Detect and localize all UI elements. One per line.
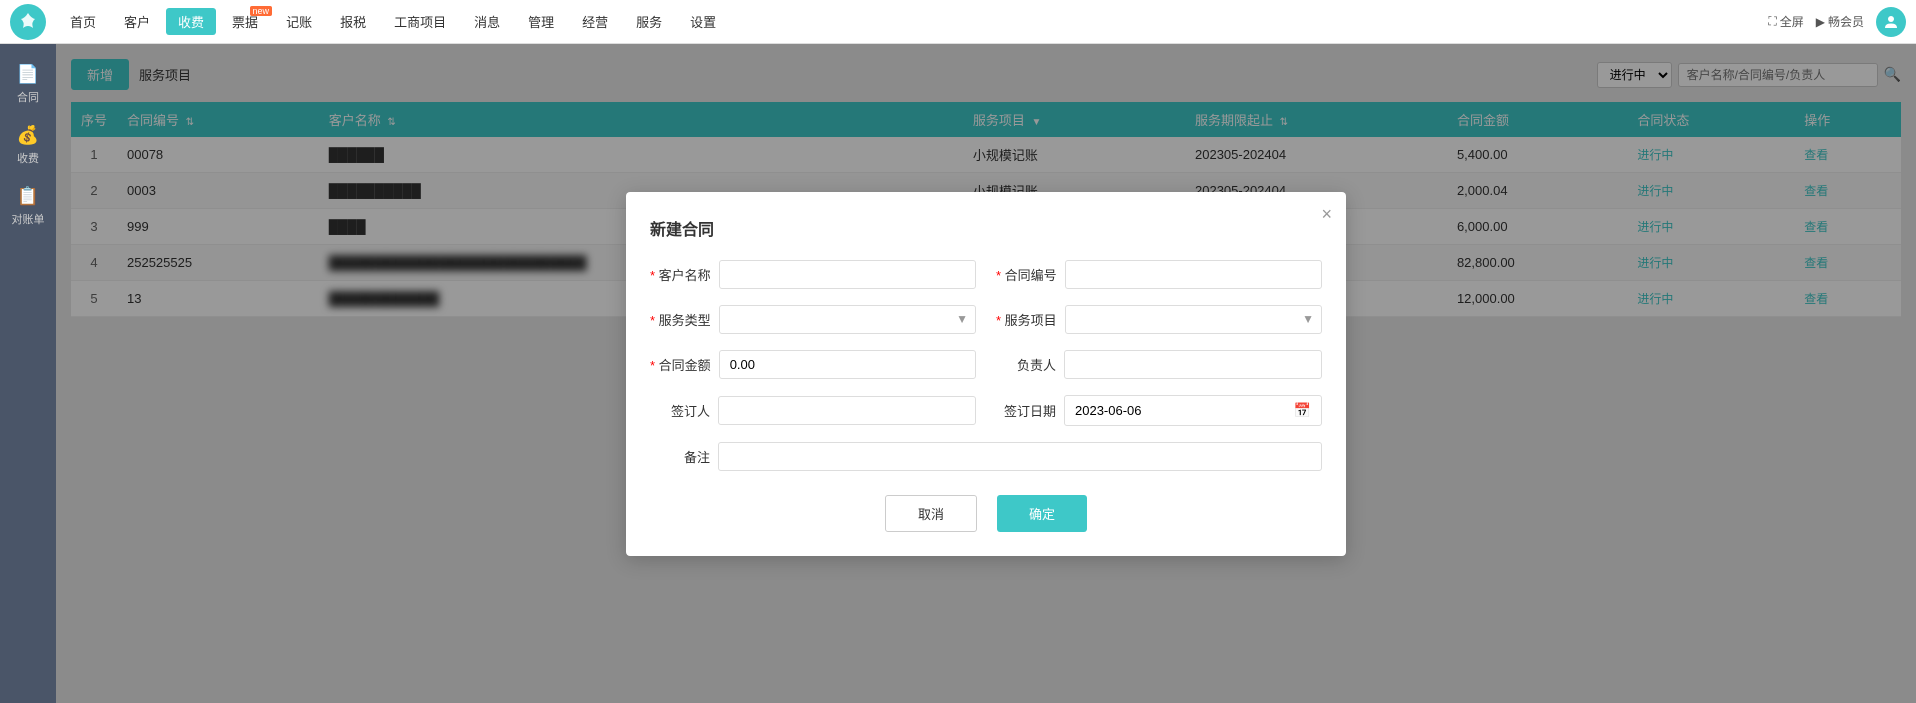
modal-title: 新建合同 (650, 216, 1322, 240)
service-type-select[interactable] (719, 305, 976, 334)
nav-bookkeeping[interactable]: 记账 (274, 8, 324, 35)
amount-input[interactable] (719, 350, 976, 379)
nav-service[interactable]: 服务 (624, 8, 674, 35)
client-name-label: 客户名称 (650, 265, 711, 284)
service-type-label: 服务类型 (650, 310, 711, 329)
modal-footer: 取消 确定 (650, 495, 1322, 532)
content-area: 新增 服务项目 进行中 🔍 序号 合同编号 ⇅ 客户名称 ⇅ 服务项目 ▼ 服务… (56, 44, 1916, 703)
nav-operation[interactable]: 经营 (570, 8, 620, 35)
contract-no-input[interactable] (1065, 260, 1322, 289)
nav-manage[interactable]: 管理 (516, 8, 566, 35)
service-item-select[interactable] (1065, 305, 1322, 334)
service-type-row: 服务类型 ▼ (650, 305, 976, 334)
signer-label: 签订人 (650, 401, 710, 420)
nav-invoice[interactable]: 票据 new (220, 8, 270, 35)
nav-tax[interactable]: 报税 (328, 8, 378, 35)
responsible-row: 负责人 (996, 350, 1322, 379)
app-logo (10, 4, 46, 40)
main-layout: 📄 合同 💰 收费 📋 对账单 新增 服务项目 进行中 🔍 (0, 44, 1916, 703)
service-item-select-wrap: ▼ (1065, 305, 1322, 334)
sign-date-label: 签订日期 (996, 401, 1056, 420)
nav-setting[interactable]: 设置 (678, 8, 728, 35)
service-type-select-wrap: ▼ (719, 305, 976, 334)
remark-input[interactable] (718, 442, 1322, 471)
member-button[interactable]: ▶ 畅会员 (1816, 13, 1864, 30)
top-nav: 首页 客户 收费 票据 new 记账 报税 工商项目 消息 管理 经营 服务 设… (0, 0, 1916, 44)
remark-label: 备注 (650, 447, 710, 466)
nav-client[interactable]: 客户 (112, 8, 162, 35)
signer-row: 签订人 (650, 395, 976, 426)
client-name-row: 客户名称 (650, 260, 976, 289)
member-icon: ▶ (1816, 15, 1825, 29)
fullscreen-button[interactable]: ⛶ 全屏 (1768, 13, 1803, 30)
client-name-input[interactable] (719, 260, 976, 289)
signer-input[interactable] (718, 396, 976, 425)
fee-icon: 💰 (17, 125, 39, 146)
sidebar-item-statement[interactable]: 📋 对账单 (0, 176, 56, 237)
responsible-input[interactable] (1064, 350, 1322, 379)
sign-date-wrap: 📅 (1064, 395, 1322, 426)
form-grid: 客户名称 合同编号 服务类型 ▼ (650, 260, 1322, 471)
cancel-button[interactable]: 取消 (885, 495, 977, 532)
statement-icon: 📋 (17, 186, 39, 207)
nav-fee[interactable]: 收费 (166, 8, 216, 35)
nav-business[interactable]: 工商项目 (382, 8, 458, 35)
modal-dialog: × 新建合同 客户名称 合同编号 服务类型 (626, 192, 1346, 556)
confirm-button[interactable]: 确定 (997, 495, 1087, 532)
fullscreen-icon: ⛶ (1768, 14, 1776, 29)
sidebar-item-contract[interactable]: 📄 合同 (0, 54, 56, 115)
service-item-row: 服务项目 ▼ (996, 305, 1322, 334)
sidebar-item-fee[interactable]: 💰 收费 (0, 115, 56, 176)
amount-label: 合同金额 (650, 355, 711, 374)
sidebar: 📄 合同 💰 收费 📋 对账单 (0, 44, 56, 703)
nav-items: 首页 客户 收费 票据 new 记账 报税 工商项目 消息 管理 经营 服务 设… (58, 8, 1768, 35)
modal-overlay[interactable]: × 新建合同 客户名称 合同编号 服务类型 (56, 44, 1916, 703)
calendar-icon[interactable]: 📅 (1294, 402, 1311, 419)
responsible-label: 负责人 (996, 355, 1056, 374)
sign-date-input[interactable] (1075, 403, 1290, 418)
contract-no-label: 合同编号 (996, 265, 1057, 284)
nav-home[interactable]: 首页 (58, 8, 108, 35)
contract-no-row: 合同编号 (996, 260, 1322, 289)
modal-close-button[interactable]: × (1321, 204, 1332, 225)
service-item-label: 服务项目 (996, 310, 1057, 329)
nav-message[interactable]: 消息 (462, 8, 512, 35)
avatar[interactable] (1876, 7, 1906, 37)
remark-row: 备注 (650, 442, 1322, 471)
top-nav-right: ⛶ 全屏 ▶ 畅会员 (1768, 7, 1906, 37)
new-tag: new (250, 6, 273, 16)
contract-icon: 📄 (17, 64, 39, 85)
amount-row: 合同金额 (650, 350, 976, 379)
sign-date-row: 签订日期 📅 (996, 395, 1322, 426)
